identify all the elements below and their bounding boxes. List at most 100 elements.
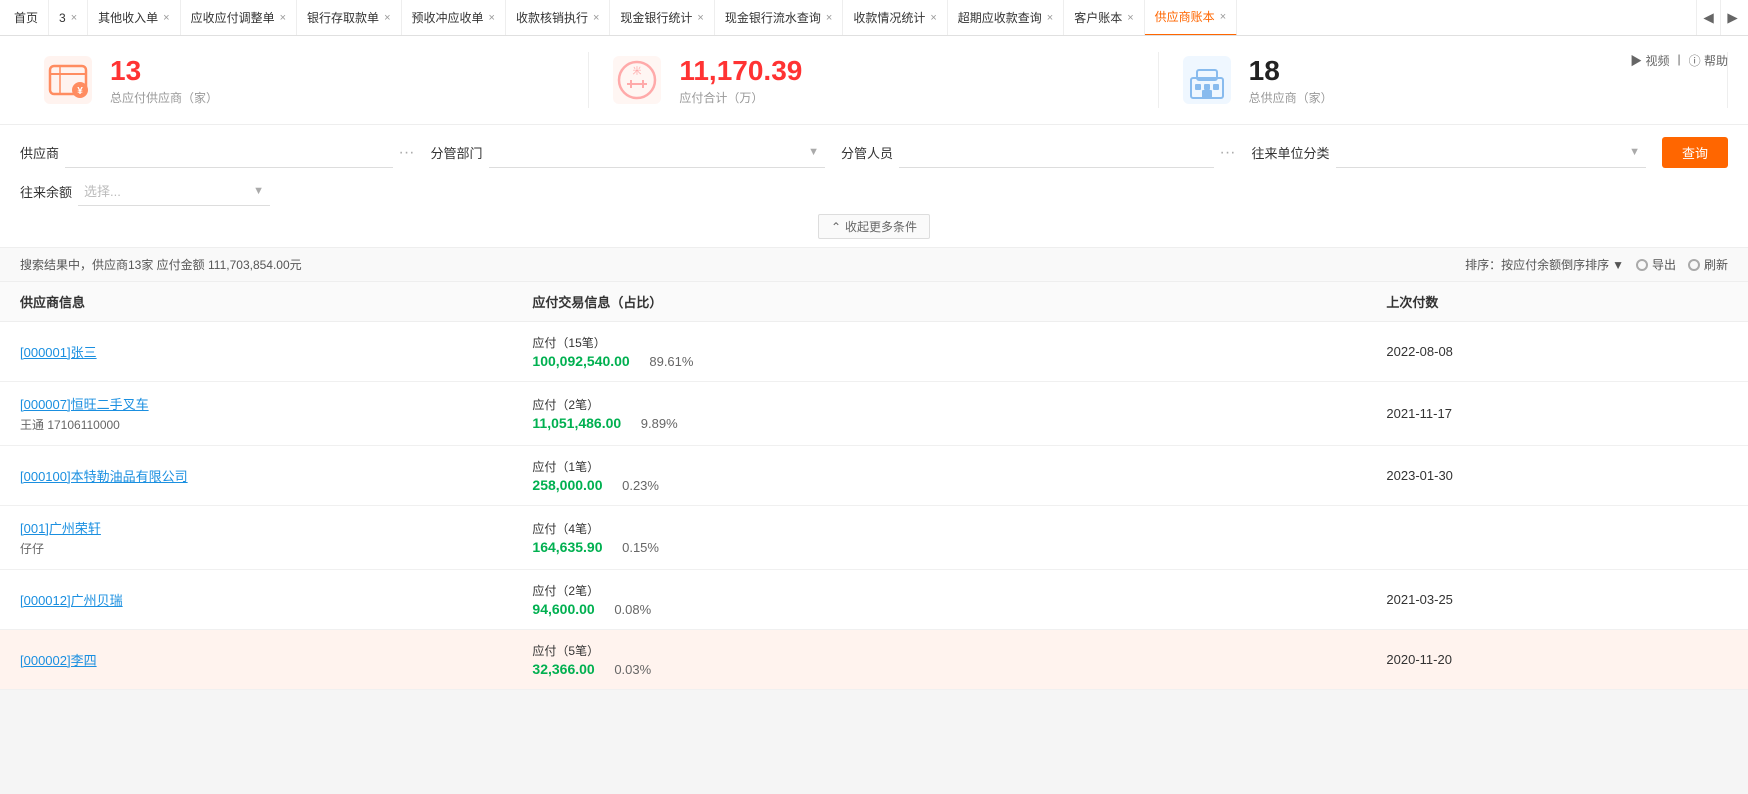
transaction-cell: 应付（15笔） 100,092,540.00 89.61% — [532, 334, 1386, 369]
nav-arrows: ◀ ▶ — [1696, 0, 1744, 36]
filter-unit-type: 往来单位分类 ▼ — [1252, 138, 1647, 168]
nav-tab-cashflow[interactable]: 现金银行流水查询 × — [715, 0, 843, 36]
help-link[interactable]: ⓘ 帮助 — [1689, 52, 1728, 69]
transaction-cell: 应付（1笔） 258,000.00 0.23% — [532, 458, 1386, 493]
export-button[interactable]: 导出 — [1636, 256, 1676, 273]
nav-tab-collection-stats[interactable]: 收款情况统计 × — [843, 0, 947, 36]
table-header: 供应商信息 应付交易信息（占比） 上次付数 — [0, 282, 1748, 322]
tx-amount: 258,000.00 — [532, 477, 602, 493]
tx-count: 应付（2笔） — [532, 396, 1386, 413]
nav-tab-home[interactable]: 首页 — [4, 0, 49, 36]
nav-tab-collection[interactable]: 收款核销执行 × — [506, 0, 610, 36]
tx-percent: 9.89% — [641, 416, 678, 431]
table-row[interactable]: [000100]本特勒油品有限公司 应付（1笔） 258,000.00 0.23… — [0, 446, 1748, 506]
person-label: 分管人员 — [841, 143, 893, 162]
payable-total-number: 11,170.39 — [679, 54, 802, 88]
close-tab-bank[interactable]: × — [384, 12, 390, 24]
supplier-name-link[interactable]: [000007]恒旺二手叉车 — [20, 394, 532, 413]
close-tab-overdue[interactable]: × — [1047, 12, 1053, 24]
tx-percent: 89.61% — [649, 354, 693, 369]
last-payment-date: 2021-11-17 — [1386, 406, 1452, 421]
search-button[interactable]: 查询 — [1662, 137, 1728, 168]
table-row[interactable]: [000007]恒旺二手叉车 王通 17106110000 应付（2笔） 11,… — [0, 382, 1748, 446]
svg-text:米: 米 — [633, 65, 642, 76]
refresh-icon — [1688, 259, 1700, 271]
supplier-input[interactable] — [65, 138, 393, 168]
person-input[interactable] — [899, 138, 1214, 168]
sort-chevron-down-icon: ▼ — [1612, 258, 1624, 272]
tx-amount: 11,051,486.00 — [532, 415, 621, 431]
balance-select[interactable]: 选择... ▼ — [78, 176, 270, 206]
nav-tab-prepay[interactable]: 预收冲应收单 × — [402, 0, 506, 36]
refresh-button[interactable]: 刷新 — [1688, 256, 1728, 273]
close-tab-adjustment[interactable]: × — [280, 12, 286, 24]
last-payment-cell: 2021-03-25 — [1386, 592, 1728, 607]
total-suppliers-number: 18 — [1249, 54, 1333, 88]
collapse-button[interactable]: ⌃ 收起更多条件 — [818, 214, 930, 239]
dept-select[interactable]: ▼ — [489, 138, 825, 168]
tx-count: 应付（4笔） — [532, 520, 1386, 537]
person-dots[interactable]: ··· — [1220, 144, 1236, 162]
payable-suppliers-number: 13 — [110, 54, 218, 88]
last-payment-cell: 2022-08-08 — [1386, 344, 1728, 359]
svg-text:¥: ¥ — [77, 86, 83, 97]
supplier-name-link[interactable]: [001]广州荣轩 — [20, 518, 532, 537]
transaction-cell: 应付（2笔） 11,051,486.00 9.89% — [532, 396, 1386, 431]
table-row[interactable]: [000001]张三 应付（15笔） 100,092,540.00 89.61%… — [0, 322, 1748, 382]
nav-tab-customer-ledger[interactable]: 客户账本 × — [1064, 0, 1144, 36]
filter-dept: 分管部门 ▼ — [431, 138, 826, 168]
close-tab-3[interactable]: × — [71, 12, 77, 24]
top-right-links: ▶ 视频 | ⓘ 帮助 — [1630, 52, 1728, 69]
balance-label: 往来余额 — [20, 182, 72, 201]
nav-prev-btn[interactable]: ◀ — [1696, 0, 1720, 36]
unit-type-select[interactable]: ▼ — [1336, 138, 1646, 168]
last-payment-date: 2021-03-25 — [1386, 592, 1453, 607]
summary-item-payable-suppliers: ¥ 13 总应付供应商（家） — [20, 52, 589, 108]
supplier-sub-info: 王通 17106110000 — [20, 416, 532, 433]
nav-tab-supplier-ledger[interactable]: 供应商账本 × — [1145, 0, 1237, 36]
close-tab-customer-ledger[interactable]: × — [1127, 12, 1133, 24]
sort-button[interactable]: 排序：按应付余额倒序排序 ▼ — [1465, 256, 1624, 273]
table-row[interactable]: [000002]李四 应付（5笔） 32,366.00 0.03% 2020-1… — [0, 630, 1748, 690]
header-last-payment: 上次付数 — [1386, 292, 1728, 311]
close-tab-collection[interactable]: × — [593, 12, 599, 24]
close-tab-collection-stats[interactable]: × — [930, 12, 936, 24]
last-payment-date: 2022-08-08 — [1386, 344, 1453, 359]
video-link[interactable]: ▶ 视频 — [1630, 52, 1669, 69]
summary-content-payable-suppliers: 13 总应付供应商（家） — [110, 54, 218, 107]
supplier-cell: [000100]本特勒油品有限公司 — [20, 466, 532, 485]
supplier-name-link[interactable]: [000001]张三 — [20, 342, 532, 361]
nav-tab-cash-stats[interactable]: 现金银行统计 × — [610, 0, 714, 36]
nav-next-btn[interactable]: ▶ — [1720, 0, 1744, 36]
total-suppliers-label: 总供应商（家） — [1249, 89, 1333, 106]
top-nav: 首页 3 × 其他收入单 × 应收应付调整单 × 银行存取款单 × 预收冲应收单… — [0, 0, 1748, 36]
result-actions: 排序：按应付余额倒序排序 ▼ 导出 刷新 — [1465, 256, 1728, 273]
close-tab-other-income[interactable]: × — [163, 12, 169, 24]
supplier-name-link[interactable]: [000012]广州贝瑞 — [20, 590, 532, 609]
supplier-name-link[interactable]: [000002]李四 — [20, 650, 532, 669]
table-row[interactable]: [000012]广州贝瑞 应付（2笔） 94,600.00 0.08% 2021… — [0, 570, 1748, 630]
close-tab-cash-stats[interactable]: × — [697, 12, 703, 24]
table-area: 供应商信息 应付交易信息（占比） 上次付数 [000001]张三 应付（15笔）… — [0, 282, 1748, 690]
summary-content-payable-total: 11,170.39 应付合计（万） — [679, 54, 802, 107]
close-tab-cashflow[interactable]: × — [826, 12, 832, 24]
nav-tab-bank[interactable]: 银行存取款单 × — [297, 0, 401, 36]
nav-tab-adjustment[interactable]: 应收应付调整单 × — [181, 0, 297, 36]
tx-count: 应付（2笔） — [532, 582, 1386, 599]
supplier-label: 供应商 — [20, 143, 59, 162]
close-tab-prepay[interactable]: × — [489, 12, 495, 24]
table-row[interactable]: [001]广州荣轩 仔仔 应付（4笔） 164,635.90 0.15% — [0, 506, 1748, 570]
nav-tab-3[interactable]: 3 × — [49, 0, 88, 36]
payable-total-icon: 米 — [609, 52, 665, 108]
payable-total-label: 应付合计（万） — [679, 89, 802, 106]
nav-tab-overdue[interactable]: 超期应收款查询 × — [948, 0, 1064, 36]
last-payment-cell: 2023-01-30 — [1386, 468, 1728, 483]
filter-supplier: 供应商 ··· — [20, 138, 415, 168]
supplier-name-link[interactable]: [000100]本特勒油品有限公司 — [20, 466, 532, 485]
export-icon — [1636, 259, 1648, 271]
filter-row-1: 供应商 ··· 分管部门 ▼ 分管人员 ··· 往来单位分类 ▼ 查询 — [20, 137, 1728, 168]
nav-tab-other-income[interactable]: 其他收入单 × — [88, 0, 180, 36]
transaction-cell: 应付（2笔） 94,600.00 0.08% — [532, 582, 1386, 617]
close-tab-supplier-ledger[interactable]: × — [1220, 11, 1226, 23]
supplier-dots[interactable]: ··· — [399, 144, 415, 162]
